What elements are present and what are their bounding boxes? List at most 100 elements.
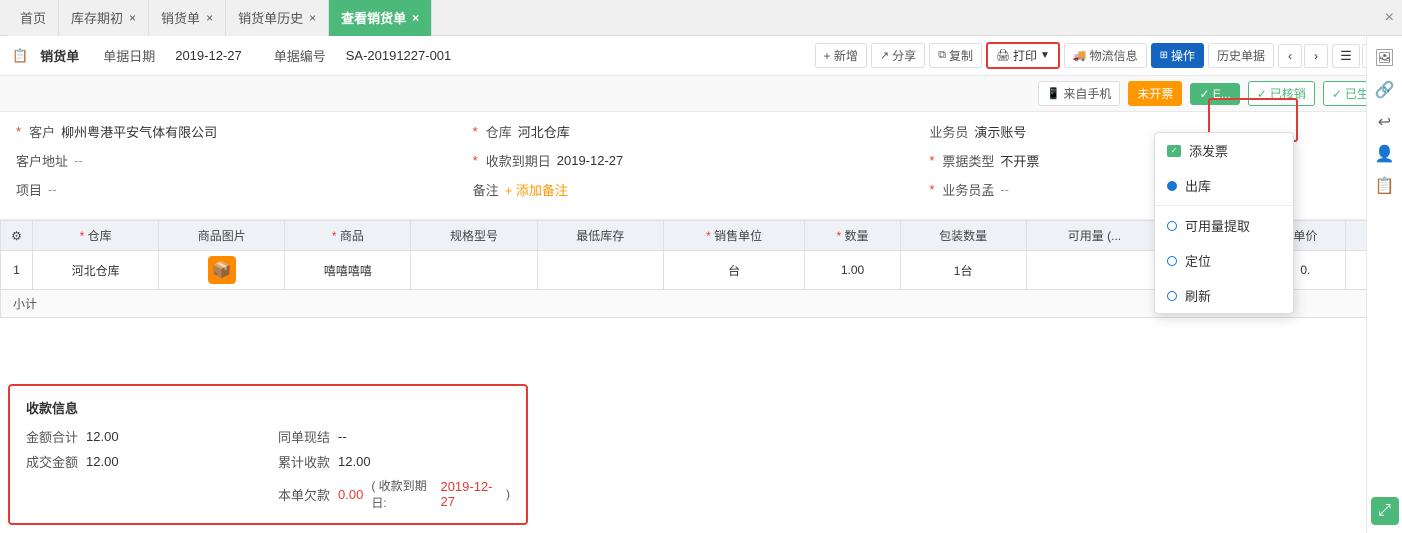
col-unit: * 销售单位	[663, 221, 805, 251]
note-field: 备注 添加备注	[473, 180, 930, 199]
copy-button[interactable]: ⧉ 复制	[929, 43, 982, 68]
payment-info-grid: 金额合计 12.00 同单现结 -- 成交金额 12.00 累计收款 12.00	[26, 427, 510, 511]
project-value: --	[48, 182, 57, 197]
from-phone-button[interactable]: 📱 来自手机	[1038, 81, 1121, 106]
new-button[interactable]: + 新增	[815, 43, 867, 68]
tab-bar: 首页 库存期初 × 销货单 × 销货单历史 × 查看销货单 × ×	[0, 0, 1402, 36]
customer-field: * 客户 柳州粤港平安气体有限公司	[16, 122, 473, 141]
sidebar-doc-icon[interactable]: 📋	[1371, 172, 1399, 200]
cell-pack-qty: 1台	[900, 251, 1026, 290]
nav-arrows: ‹ ›	[1278, 44, 1328, 68]
no-label: 单据编号	[274, 46, 326, 65]
not-open-button[interactable]: 未开票	[1128, 81, 1182, 106]
operations-button[interactable]: ⊞ 操作	[1151, 43, 1204, 68]
history-button[interactable]: 历史单据	[1208, 43, 1274, 68]
print-button[interactable]: 🖨 打印 ▼	[986, 42, 1060, 69]
tab-sales-order[interactable]: 销货单 ×	[149, 0, 226, 36]
doc-icon: 📋	[12, 48, 28, 64]
due-date-field: * 收款到期日 2019-12-27	[473, 151, 930, 170]
close-sales-tab[interactable]: ×	[206, 11, 213, 25]
address-field: 客户地址 --	[16, 151, 473, 170]
logistics-button[interactable]: 🚚 物流信息	[1064, 43, 1147, 68]
list-view-button[interactable]: ☰	[1332, 44, 1360, 68]
col-product: * 商品	[285, 221, 411, 251]
staff-value: 演示账号	[974, 122, 1026, 141]
payment-info-title: 收款信息	[26, 398, 510, 417]
cell-unit: 台	[663, 251, 805, 290]
due-row: 本单欠款 0.00 ( 收款到期日: 2019-12-27 )	[278, 477, 510, 511]
payment-info-panel: 收款信息 金额合计 12.00 同单现结 -- 成交金额 12.00 累计收款 …	[8, 384, 528, 525]
customer-value: 柳州粤港平安气体有限公司	[61, 122, 217, 141]
dropdown-divider-1	[1155, 205, 1293, 206]
refresh-label: 刷新	[1185, 286, 1211, 305]
date-label: 单据日期	[103, 46, 155, 65]
no-value: SA-20191227-001	[346, 48, 452, 63]
warehouse-field: * 仓库 河北仓库	[473, 122, 930, 141]
sidebar-link-icon[interactable]: 🔗	[1371, 76, 1399, 104]
confirm-button[interactable]: ✓ E...	[1190, 83, 1239, 105]
cell-product: 嘻嘻嘻嘻	[285, 251, 411, 290]
amount-row: 金额合计 12.00	[26, 427, 258, 446]
cell-no: 1	[1, 251, 33, 290]
cumulative-value: 12.00	[338, 454, 371, 469]
tab-home[interactable]: 首页	[8, 0, 59, 36]
col-settings: ⚙	[1, 221, 33, 251]
available-qty-label: 可用量提取	[1185, 216, 1250, 235]
share-button[interactable]: ↗ 分享	[871, 43, 925, 68]
col-warehouse: * 仓库	[33, 221, 159, 251]
tab-inventory-start[interactable]: 库存期初 ×	[59, 0, 149, 36]
ticket-type-value: 不开票	[1000, 151, 1039, 170]
dropdown-refresh[interactable]: 刷新	[1155, 278, 1293, 313]
cell-product-img: 📦	[159, 251, 285, 290]
cumulative-row: 累计收款 12.00	[278, 452, 510, 471]
address-value: --	[74, 153, 83, 168]
cell-warehouse: 河北仓库	[33, 251, 159, 290]
main-toolbar: 📋 销货单 单据日期 2019-12-27 单据编号 SA-20191227-0…	[0, 36, 1402, 76]
add-invoice-icon: ✓	[1167, 145, 1181, 157]
out-stock-icon	[1167, 181, 1177, 191]
due-date-value: 2019-12-27	[557, 153, 624, 168]
add-note-button[interactable]: 添加备注	[505, 180, 568, 199]
close-history-tab[interactable]: ×	[309, 11, 316, 25]
close-inventory-tab[interactable]: ×	[129, 11, 136, 25]
operations-dropdown: ✓ 添发票 出库 可用量提取 定位 刷新	[1154, 132, 1294, 314]
staff2-value: --	[1000, 182, 1009, 197]
deal-amount-value: 12.00	[86, 454, 119, 469]
sidebar-return-icon[interactable]: ↩	[1371, 108, 1399, 136]
cell-qty: 1.00	[805, 251, 900, 290]
sold-button[interactable]: ✓ 已核销	[1248, 81, 1315, 106]
dropdown-out-stock[interactable]: 出库	[1155, 168, 1293, 203]
secondary-toolbar: 📱 来自手机 未开票 ✓ E... ✓ 已核销 ✓ 已生效	[0, 76, 1402, 112]
nav-next-button[interactable]: ›	[1304, 44, 1328, 68]
window-close-button[interactable]: ×	[1385, 9, 1394, 27]
sidebar-user-icon[interactable]: 👤	[1371, 140, 1399, 168]
col-available: 可用量 (...	[1026, 221, 1162, 251]
right-sidebar: 🖼 🔗 ↩ 👤 📋 ⤢	[1366, 36, 1402, 533]
col-spec: 规格型号	[411, 221, 537, 251]
doc-meta: 单据日期 2019-12-27 单据编号 SA-20191227-001	[103, 46, 806, 65]
locate-icon	[1167, 256, 1177, 266]
date-value: 2019-12-27	[175, 48, 242, 63]
dropdown-add-invoice[interactable]: ✓ 添发票	[1155, 133, 1293, 168]
sidebar-expand-icon[interactable]: ⤢	[1371, 497, 1399, 525]
due-date-value: 2019-12-27	[440, 479, 498, 509]
same-order-row: 同单现结 --	[278, 427, 510, 446]
col-product-img: 商品图片	[159, 221, 285, 251]
close-view-sales-tab[interactable]: ×	[412, 11, 419, 25]
locate-label: 定位	[1185, 251, 1211, 270]
sidebar-image-icon[interactable]: 🖼	[1371, 44, 1399, 72]
col-pack-qty: 包装数量	[900, 221, 1026, 251]
project-field: 项目 --	[16, 180, 473, 199]
dropdown-locate[interactable]: 定位	[1155, 243, 1293, 278]
col-qty: * 数量	[805, 221, 900, 251]
cell-min-stock	[537, 251, 663, 290]
due-value: 0.00	[338, 487, 363, 502]
tab-view-sales[interactable]: 查看销货单 ×	[329, 0, 432, 36]
cell-spec	[411, 251, 537, 290]
add-invoice-label: 添发票	[1189, 141, 1228, 160]
deal-amount-row: 成交金额 12.00	[26, 452, 258, 471]
col-min-stock: 最低库存	[537, 221, 663, 251]
dropdown-available-qty[interactable]: 可用量提取	[1155, 208, 1293, 243]
tab-sales-history[interactable]: 销货单历史 ×	[226, 0, 329, 36]
nav-prev-button[interactable]: ‹	[1278, 44, 1302, 68]
